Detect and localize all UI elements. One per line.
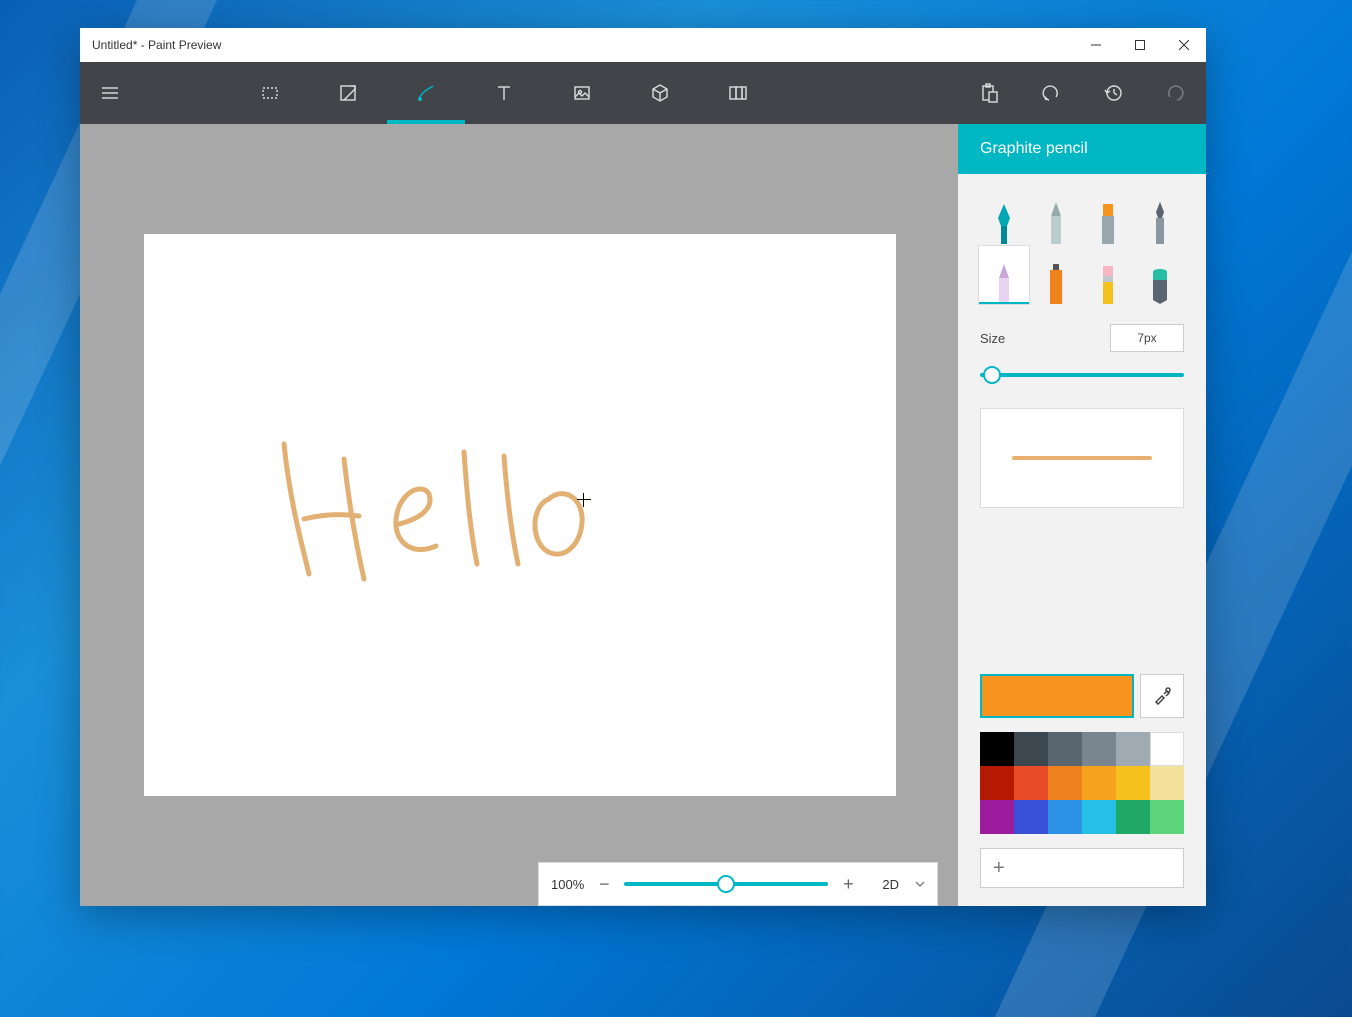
side-panel-title: Graphite pencil <box>980 140 1088 158</box>
undo-button[interactable] <box>1020 62 1082 124</box>
zoom-value: 100% <box>551 877 584 892</box>
side-panel: Graphite pencil <box>958 124 1206 906</box>
zoom-slider[interactable] <box>624 882 828 886</box>
palette-swatch[interactable] <box>1048 766 1082 800</box>
size-value: 7px <box>1137 331 1156 345</box>
tool-text[interactable] <box>465 62 543 124</box>
palette-swatch[interactable] <box>1048 800 1082 834</box>
canvas[interactable] <box>144 234 896 796</box>
window-title: Untitled* - Paint Preview <box>92 38 221 52</box>
tool-crop[interactable] <box>309 62 387 124</box>
size-slider[interactable] <box>980 364 1184 384</box>
brush-calligraphy[interactable] <box>1135 186 1185 244</box>
size-row: Size 7px <box>958 304 1206 358</box>
palette-swatch[interactable] <box>1082 800 1116 834</box>
size-input[interactable]: 7px <box>1110 324 1184 352</box>
minimize-button[interactable] <box>1074 28 1118 62</box>
tool-select[interactable] <box>231 62 309 124</box>
eyedropper-icon <box>1153 687 1171 705</box>
palette-swatch[interactable] <box>1150 800 1184 834</box>
current-color-swatch[interactable] <box>980 674 1134 718</box>
paste-button[interactable] <box>958 62 1020 124</box>
close-button[interactable] <box>1162 28 1206 62</box>
palette-swatch[interactable] <box>1082 766 1116 800</box>
view-mode-dropdown[interactable]: 2D <box>868 877 925 892</box>
brush-graphite[interactable] <box>979 246 1029 304</box>
palette-swatch[interactable] <box>1014 732 1048 766</box>
palette-swatch[interactable] <box>1014 800 1048 834</box>
palette-swatch[interactable] <box>980 732 1014 766</box>
canvas-zone: 100% − + 2D <box>80 124 958 906</box>
tool-3d[interactable] <box>621 62 699 124</box>
side-panel-header: Graphite pencil <box>958 124 1206 174</box>
tool-stickers[interactable] <box>543 62 621 124</box>
cursor-crosshair-icon <box>577 493 591 507</box>
status-bar: 100% − + 2D <box>538 862 938 906</box>
workarea: 100% − + 2D Graphite pencil <box>80 124 1206 906</box>
brush-spray[interactable] <box>1031 246 1081 304</box>
ribbon <box>80 62 1206 124</box>
titlebar: Untitled* - Paint Preview <box>80 28 1206 62</box>
palette-swatch[interactable] <box>1116 800 1150 834</box>
menu-button[interactable] <box>80 62 140 124</box>
palette-swatch[interactable] <box>1150 732 1184 766</box>
stroke-preview <box>980 408 1184 508</box>
tool-brush[interactable] <box>387 62 465 124</box>
maximize-button[interactable] <box>1118 28 1162 62</box>
brush-grid <box>958 174 1206 304</box>
chevron-down-icon <box>915 879 925 889</box>
eyedropper-button[interactable] <box>1140 674 1184 718</box>
add-color-button[interactable]: + <box>980 848 1184 888</box>
palette-swatch[interactable] <box>1116 732 1150 766</box>
brush-fill[interactable] <box>1135 246 1185 304</box>
brush-crayon[interactable] <box>1083 186 1133 244</box>
history-button[interactable] <box>1082 62 1144 124</box>
view-mode-label: 2D <box>882 877 899 892</box>
app-window: Untitled* - Paint Preview <box>80 28 1206 906</box>
palette-swatch[interactable] <box>980 766 1014 800</box>
size-label: Size <box>980 331 1005 346</box>
tool-effects[interactable] <box>699 62 777 124</box>
palette-swatch[interactable] <box>1150 766 1184 800</box>
palette-swatch[interactable] <box>980 800 1014 834</box>
zoom-out-button[interactable]: − <box>594 875 614 893</box>
palette-swatch[interactable] <box>1014 766 1048 800</box>
brush-marker[interactable] <box>979 186 1029 244</box>
palette-swatch[interactable] <box>1082 732 1116 766</box>
color-palette <box>980 732 1184 834</box>
plus-icon: + <box>993 857 1005 880</box>
color-section: + <box>958 674 1206 906</box>
zoom-in-button[interactable]: + <box>838 875 858 893</box>
palette-swatch[interactable] <box>1116 766 1150 800</box>
stroke-preview-line <box>1012 456 1152 460</box>
redo-button[interactable] <box>1144 62 1206 124</box>
brush-eraser[interactable] <box>1083 246 1133 304</box>
palette-swatch[interactable] <box>1048 732 1082 766</box>
brush-pencil[interactable] <box>1031 186 1081 244</box>
